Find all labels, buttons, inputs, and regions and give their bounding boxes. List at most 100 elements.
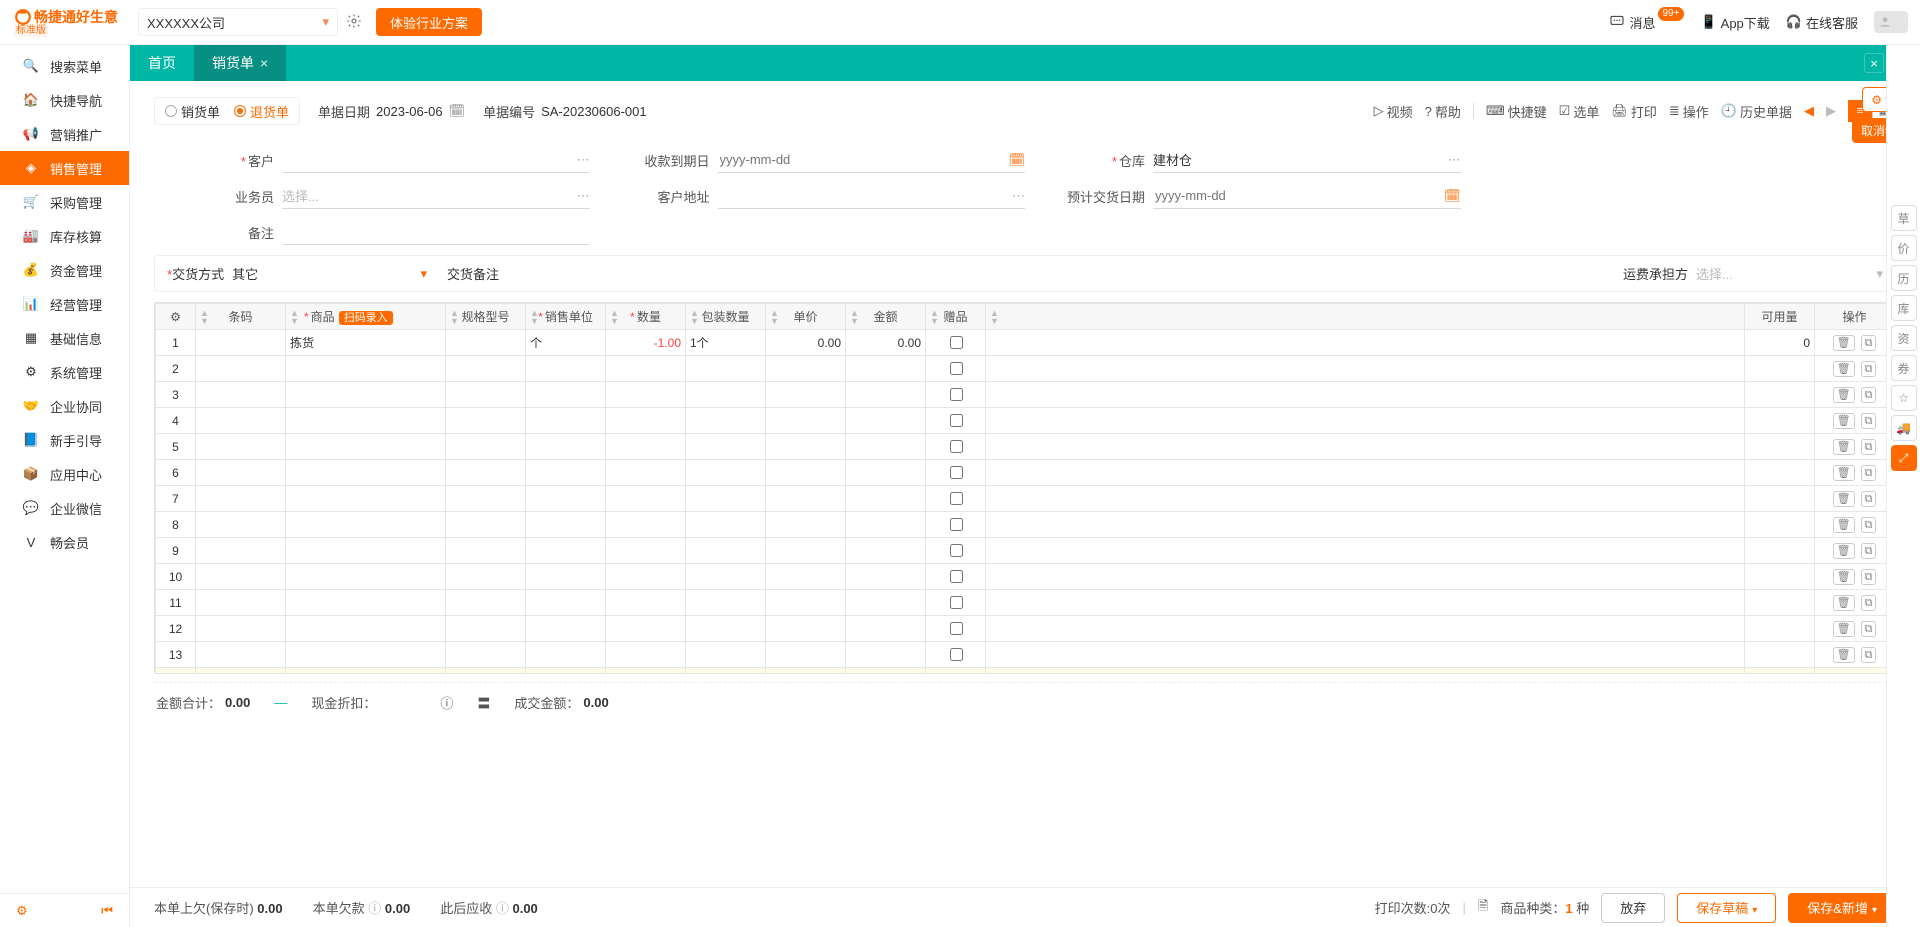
calendar-icon[interactable]: 🗓 [1444, 188, 1461, 204]
warehouse-input[interactable]: 建材仓 ⋯ [1153, 147, 1461, 173]
sidebar-item-12[interactable]: 📦应用中心 [0, 457, 129, 491]
table-row[interactable]: 8 🗑⧉ [156, 512, 1895, 538]
col-qty[interactable]: ▲▼*数量 [606, 304, 686, 330]
delete-row-icon[interactable]: 🗑 [1833, 595, 1855, 611]
table-row[interactable]: 1 拣货 个 -1.00 1个 0.00 0.00 0 🗑⧉ [156, 330, 1895, 356]
copy-row-icon[interactable]: ⧉ [1861, 361, 1877, 377]
select-button[interactable]: ☑选单 [1559, 102, 1600, 121]
due-date-input[interactable]: 🗓 [718, 147, 1026, 173]
right-strip-item-0[interactable]: 草 [1891, 205, 1917, 231]
col-pack-qty[interactable]: ▲▼包装数量 [686, 304, 766, 330]
right-strip-item-4[interactable]: 资 [1891, 325, 1917, 351]
table-row[interactable]: 9 🗑⧉ [156, 538, 1895, 564]
settings-icon[interactable]: ⚙ [156, 304, 196, 330]
table-row[interactable]: 13 🗑⧉ [156, 642, 1895, 668]
gift-checkbox[interactable] [950, 362, 963, 375]
delete-row-icon[interactable]: 🗑 [1833, 413, 1855, 429]
table-row[interactable]: 4 🗑⧉ [156, 408, 1895, 434]
company-select[interactable]: XXXXXX公司 ▾ [138, 8, 338, 36]
gift-checkbox[interactable] [950, 336, 963, 349]
table-row[interactable]: 5 🗑⧉ [156, 434, 1895, 460]
copy-row-icon[interactable]: ⧉ [1861, 595, 1877, 611]
messages[interactable]: 消息 99+ [1609, 13, 1684, 32]
delivery-method-select[interactable]: 其它 ▾ [232, 264, 427, 283]
next-page-icon[interactable]: ▶ [1826, 103, 1836, 119]
copy-row-icon[interactable]: ⧉ [1861, 387, 1877, 403]
gear-icon[interactable] [346, 13, 362, 32]
online-service[interactable]: 🎧 在线客服 [1786, 13, 1858, 32]
copy-row-icon[interactable]: ⧉ [1861, 491, 1877, 507]
col-barcode[interactable]: ▲▼条码 [196, 304, 286, 330]
delete-row-icon[interactable]: 🗑 [1833, 543, 1855, 559]
radio-sales[interactable]: 销货单 [165, 102, 220, 121]
action-button[interactable]: ≣操作 [1669, 102, 1709, 121]
picker-icon[interactable]: ⋯ [577, 152, 590, 168]
col-unit[interactable]: ▲▼*销售单位 [526, 304, 606, 330]
delete-row-icon[interactable]: 🗑 [1833, 647, 1855, 663]
table-row[interactable]: 10 🗑⧉ [156, 564, 1895, 590]
abandon-button[interactable]: 放弃 [1601, 893, 1665, 923]
table-row[interactable]: 6 🗑⧉ [156, 460, 1895, 486]
gift-checkbox[interactable] [950, 622, 963, 635]
customer-address-input[interactable]: ⋯ [718, 183, 1026, 209]
sidebar-item-6[interactable]: 💰资金管理 [0, 253, 129, 287]
sidebar-item-8[interactable]: ▦基础信息 [0, 321, 129, 355]
copy-row-icon[interactable]: ⧉ [1861, 335, 1877, 351]
table-row[interactable]: 2 🗑⧉ [156, 356, 1895, 382]
help-button[interactable]: ?帮助 [1425, 102, 1461, 121]
gift-checkbox[interactable] [950, 440, 963, 453]
sidebar-item-13[interactable]: 💬企业微信 [0, 491, 129, 525]
col-gift[interactable]: ▲▼赠品 [926, 304, 986, 330]
app-download[interactable]: 📱 App下载 [1700, 13, 1769, 32]
expect-date-input[interactable]: 🗓 [1153, 183, 1461, 209]
delete-row-icon[interactable]: 🗑 [1833, 517, 1855, 533]
copy-row-icon[interactable]: ⧉ [1861, 465, 1877, 481]
delete-row-icon[interactable]: 🗑 [1833, 491, 1855, 507]
picker-icon[interactable]: ⋯ [1012, 188, 1025, 204]
sidebar-item-14[interactable]: V畅会员 [0, 525, 129, 559]
delete-row-icon[interactable]: 🗑 [1833, 465, 1855, 481]
avatar[interactable] [1874, 11, 1908, 33]
remark-input[interactable] [282, 219, 590, 245]
sidebar-item-0[interactable]: 🔍搜索菜单 [0, 49, 129, 83]
gift-checkbox[interactable] [950, 466, 963, 479]
radio-return[interactable]: 退货单 [234, 102, 289, 121]
settings-gear-icon[interactable]: ⚙ [16, 903, 28, 919]
gift-checkbox[interactable] [950, 388, 963, 401]
gift-checkbox[interactable] [950, 492, 963, 505]
calendar-icon[interactable]: 🗓 [1008, 152, 1025, 168]
right-strip-item-2[interactable]: 历 [1891, 265, 1917, 291]
copy-row-icon[interactable]: ⧉ [1861, 413, 1877, 429]
copy-row-icon[interactable]: ⧉ [1861, 621, 1877, 637]
delete-row-icon[interactable]: 🗑 [1833, 569, 1855, 585]
close-icon[interactable]: × [260, 55, 268, 71]
right-strip-item-8[interactable]: ⤢ [1891, 445, 1917, 471]
copy-row-icon[interactable]: ⧉ [1861, 517, 1877, 533]
tab-close-all-icon[interactable]: × [1864, 53, 1884, 73]
sidebar-item-4[interactable]: 🛒采购管理 [0, 185, 129, 219]
col-price[interactable]: ▲▼单价 [766, 304, 846, 330]
gift-checkbox[interactable] [950, 414, 963, 427]
gift-checkbox[interactable] [950, 596, 963, 609]
copy-row-icon[interactable]: ⧉ [1861, 439, 1877, 455]
save-draft-button[interactable]: 保存草稿▾ [1677, 893, 1776, 923]
picker-icon[interactable]: ⋯ [577, 188, 590, 204]
collapse-nav-icon[interactable]: ⏮ [101, 903, 113, 919]
copy-row-icon[interactable]: ⧉ [1861, 647, 1877, 663]
gift-checkbox[interactable] [950, 570, 963, 583]
sidebar-item-3[interactable]: ◈销售管理 [0, 151, 129, 185]
table-row[interactable]: 11 🗑⧉ [156, 590, 1895, 616]
right-strip-item-1[interactable]: 价 [1891, 235, 1917, 261]
sidebar-item-7[interactable]: 📊经营管理 [0, 287, 129, 321]
delete-row-icon[interactable]: 🗑 [1833, 439, 1855, 455]
salesman-input[interactable]: 选择... ⋯ [282, 183, 590, 209]
hotkey-button[interactable]: ⌨快捷键 [1486, 102, 1547, 121]
tab-sales-order[interactable]: 销货单 × [194, 45, 286, 81]
table-row[interactable]: 7 🗑⧉ [156, 486, 1895, 512]
print-button[interactable]: 🖨打印 [1611, 102, 1657, 121]
sidebar-item-9[interactable]: ⚙系统管理 [0, 355, 129, 389]
video-button[interactable]: ▷视频 [1374, 102, 1413, 121]
gift-checkbox[interactable] [950, 518, 963, 531]
history-button[interactable]: 🕘历史单据 [1721, 102, 1792, 121]
save-new-button[interactable]: 保存&新增▾ [1788, 893, 1896, 923]
